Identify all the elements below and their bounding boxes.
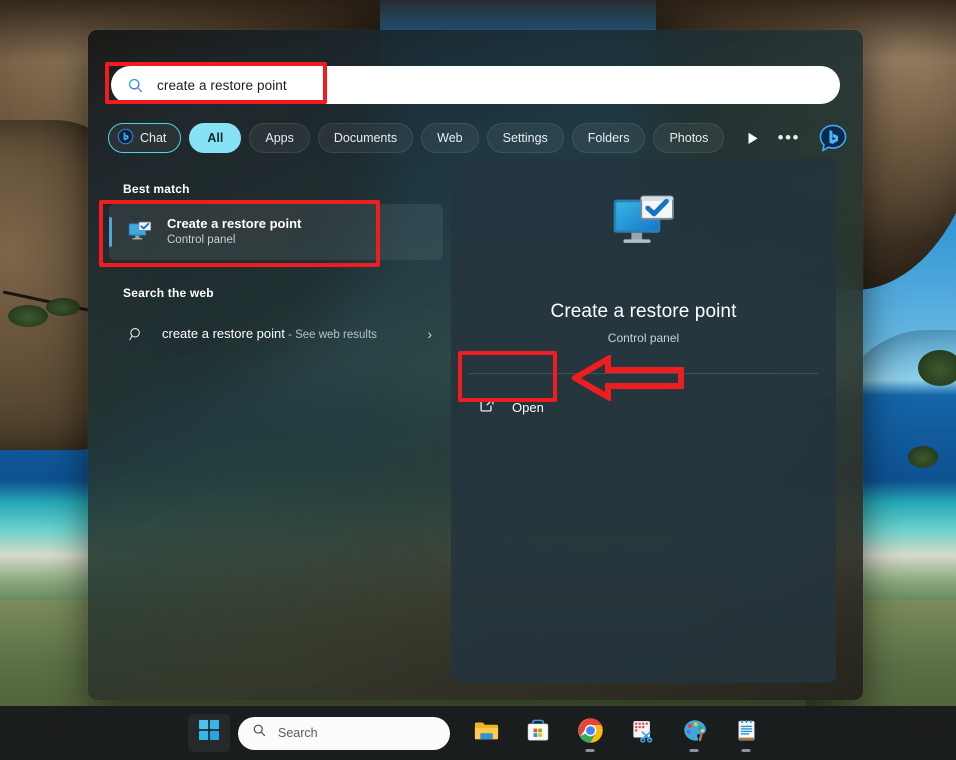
result-preview-pane: Create a restore point Control panel Ope… bbox=[451, 158, 836, 683]
running-indicator bbox=[585, 749, 595, 752]
result-item-subtitle: Control panel bbox=[167, 234, 236, 246]
preview-divider bbox=[469, 373, 818, 374]
file-explorer-icon bbox=[473, 717, 500, 749]
search-results-column: Best match Create a restore point Contro… bbox=[108, 182, 444, 360]
filter-all-label: All bbox=[207, 131, 224, 145]
filter-folders[interactable]: Folders bbox=[571, 123, 646, 153]
start-button[interactable] bbox=[188, 714, 230, 752]
preview-subtitle: Control panel bbox=[607, 331, 680, 345]
filter-photos[interactable]: Photos bbox=[653, 123, 725, 153]
open-button[interactable]: Open bbox=[467, 386, 560, 428]
filter-documents[interactable]: Documents bbox=[317, 123, 414, 153]
desktop: create a restore point Chat All Apps Doc… bbox=[0, 0, 956, 760]
taskbar: Search bbox=[0, 706, 956, 760]
preview-title: Create a restore point bbox=[550, 301, 737, 322]
system-restore-monitor-icon bbox=[451, 191, 836, 255]
search-icon bbox=[124, 326, 148, 343]
system-restore-monitor-icon bbox=[125, 220, 155, 244]
windows-logo-icon bbox=[198, 720, 220, 746]
taskbar-item-notepad[interactable] bbox=[724, 711, 768, 755]
search-icon bbox=[252, 723, 267, 743]
taskbar-item-snipping-tool[interactable] bbox=[620, 711, 664, 755]
filter-photos-label: Photos bbox=[669, 131, 709, 145]
taskbar-item-file-explorer[interactable] bbox=[464, 711, 508, 755]
running-indicator bbox=[741, 749, 751, 752]
taskbar-search-box[interactable]: Search bbox=[238, 716, 450, 750]
taskbar-item-microsoft-store[interactable] bbox=[516, 711, 560, 755]
best-match-heading: Best match bbox=[123, 182, 190, 196]
filter-apps[interactable]: Apps bbox=[249, 123, 310, 153]
taskbar-search-placeholder: Search bbox=[278, 726, 318, 740]
filter-settings[interactable]: Settings bbox=[486, 123, 564, 153]
ellipsis-label: ••• bbox=[777, 128, 800, 147]
search-input-value: create a restore point bbox=[157, 77, 287, 93]
filter-chat[interactable]: Chat bbox=[108, 123, 182, 153]
open-external-icon bbox=[479, 397, 495, 418]
filter-apps-label: Apps bbox=[265, 131, 294, 145]
bing-copilot-icon[interactable] bbox=[818, 122, 848, 154]
search-input[interactable]: create a restore point bbox=[111, 66, 840, 104]
filter-web[interactable]: Web bbox=[421, 123, 479, 153]
result-item-title: Create a restore point bbox=[167, 216, 302, 231]
microsoft-store-icon bbox=[525, 718, 551, 749]
web-result-item[interactable]: create a restore point - See web results… bbox=[108, 308, 442, 360]
notepad-icon bbox=[734, 718, 759, 748]
google-chrome-icon bbox=[577, 717, 604, 749]
taskbar-item-paint[interactable] bbox=[672, 711, 716, 755]
web-result-suffix: - See web results bbox=[284, 328, 377, 341]
search-the-web-heading: Search the web bbox=[123, 286, 214, 300]
filter-web-label: Web bbox=[437, 131, 463, 145]
filter-documents-label: Documents bbox=[333, 131, 398, 145]
taskbar-item-google-chrome[interactable] bbox=[568, 711, 612, 755]
snipping-tool-icon bbox=[629, 718, 655, 749]
paint-icon bbox=[681, 717, 708, 749]
open-button-label: Open bbox=[512, 399, 544, 415]
result-item-create-a-restore-point[interactable]: Create a restore point Control panel bbox=[109, 204, 443, 260]
web-result-query: create a restore point bbox=[162, 325, 285, 341]
chevron-right-icon: › bbox=[427, 326, 432, 342]
search-icon bbox=[127, 77, 144, 94]
windows-search-flyout: create a restore point Chat All Apps Doc… bbox=[88, 30, 863, 700]
filter-folders-label: Folders bbox=[587, 131, 630, 145]
filter-all[interactable]: All bbox=[189, 123, 242, 153]
running-indicator bbox=[689, 749, 699, 752]
play-arrow-icon[interactable] bbox=[744, 123, 761, 153]
search-filter-bar: Chat All Apps Documents Web Settings Fol… bbox=[108, 118, 848, 158]
filter-chat-label: Chat bbox=[140, 131, 167, 145]
ellipsis-icon[interactable]: ••• bbox=[778, 123, 800, 153]
filter-settings-label: Settings bbox=[502, 131, 548, 145]
selection-accent-bar bbox=[109, 217, 112, 247]
bing-chat-icon bbox=[117, 128, 134, 148]
